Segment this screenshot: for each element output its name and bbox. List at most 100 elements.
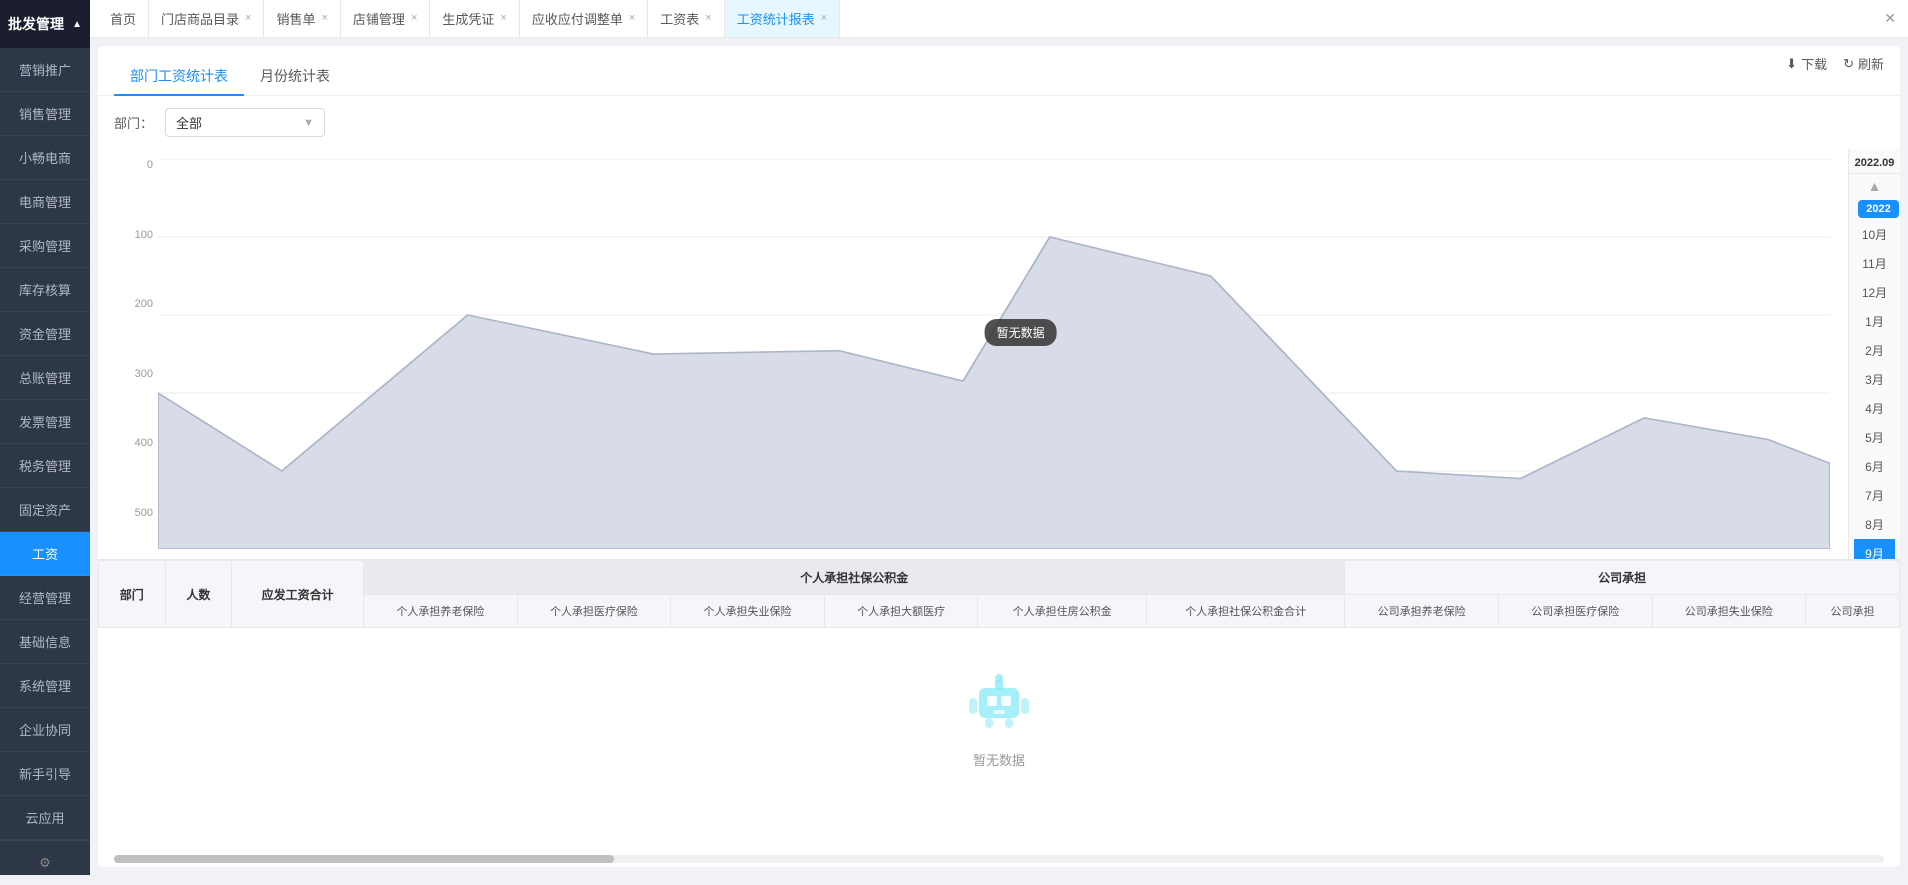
tab-销售单[interactable]: 销售单 × — [264, 0, 340, 38]
dept-filter-select[interactable]: 全部 ▼ — [165, 108, 325, 137]
settings-button[interactable]: ⚙ — [0, 840, 90, 885]
month-item-7月[interactable]: 7月 — [1854, 481, 1894, 510]
tab-label: 首页 — [110, 9, 136, 28]
sidebar: 批发管理 ▲ 营销推广销售管理小畅电商电商管理采购管理库存核算资金管理总账管理发… — [0, 0, 90, 875]
gear-icon: ⚙ — [39, 855, 51, 870]
tab-label: 门店商品目录 — [161, 9, 239, 28]
dept-filter-label: 部门： — [114, 113, 153, 132]
tab-close-icon[interactable]: × — [629, 13, 635, 24]
month-item-9月[interactable]: 9月 — [1854, 539, 1894, 559]
month-item-2月[interactable]: 2月 — [1854, 336, 1894, 365]
sidebar-item-新手引导[interactable]: 新手引导 — [0, 752, 90, 796]
download-button[interactable]: ⬇ 下载 — [1786, 54, 1827, 73]
tab-label: 工资表 — [660, 9, 699, 28]
tab-label: 店铺管理 — [353, 9, 405, 28]
sidebar-item-企业协同[interactable]: 企业协同 — [0, 708, 90, 752]
horizontal-scrollbar[interactable] — [114, 855, 1884, 863]
empty-text: 暂无数据 — [973, 750, 1025, 769]
sidebar-item-经营管理[interactable]: 经营管理 — [0, 576, 90, 620]
sidebar-item-电商管理[interactable]: 电商管理 — [0, 180, 90, 224]
month-item-5月[interactable]: 5月 — [1854, 423, 1894, 452]
tab-生成凭证[interactable]: 生成凭证 × — [430, 0, 519, 38]
sidebar-header[interactable]: 批发管理 ▲ — [0, 0, 90, 48]
sidebar-item-固定资产[interactable]: 固定资产 — [0, 488, 90, 532]
date-prev-button[interactable]: ▲ — [1864, 174, 1886, 198]
stats-table: 部门 人数 应发工资合计 个人承担社保公积金 公司承担 个人承担养老保险 个人承… — [98, 560, 1900, 628]
sidebar-item-营销推广[interactable]: 营销推广 — [0, 48, 90, 92]
tab-close-icon[interactable]: × — [821, 13, 827, 24]
filter-row: 部门： 全部 ▼ — [98, 96, 1900, 149]
col-p-pension: 个人承担养老保险 — [364, 595, 518, 628]
month-item-1月[interactable]: 1月 — [1854, 307, 1894, 336]
chart-area: 500 400 300 200 100 0 — [98, 149, 1900, 559]
col-c-unemploy: 公司承担失业保险 — [1652, 595, 1806, 628]
sidebar-item-税务管理[interactable]: 税务管理 — [0, 444, 90, 488]
sidebar-arrow-icon: ▲ — [72, 19, 82, 30]
tab-label: 生成凭证 — [442, 9, 494, 28]
close-all-tabs-button[interactable]: ✕ — [1880, 6, 1900, 31]
sidebar-item-销售管理[interactable]: 销售管理 — [0, 92, 90, 136]
col-p-housing: 个人承担住房公积金 — [978, 595, 1147, 628]
chevron-down-icon: ▼ — [303, 117, 314, 129]
tab-label: 销售单 — [276, 9, 315, 28]
col-count: 人数 — [165, 561, 232, 628]
month-item-4月[interactable]: 4月 — [1854, 394, 1894, 423]
tab-工资统计报表[interactable]: 工资统计报表 × — [725, 0, 840, 38]
download-label: 下载 — [1801, 54, 1827, 73]
col-c-pension: 公司承担养老保险 — [1345, 595, 1499, 628]
sidebar-item-发票管理[interactable]: 发票管理 — [0, 400, 90, 444]
refresh-label: 刷新 — [1858, 54, 1884, 73]
col-p-total: 个人承担社保公积金合计 — [1146, 595, 1344, 628]
col-p-bigmedical: 个人承担大额医疗 — [824, 595, 978, 628]
date-panel: 2022.09 ▲ 2022 10月11月12月1月2月3月4月5月6月7月8月9… — [1848, 149, 1900, 559]
tab-门店商品目录[interactable]: 门店商品目录 × — [149, 0, 264, 38]
tab-label: 工资统计报表 — [737, 9, 815, 28]
month-item-8月[interactable]: 8月 — [1854, 510, 1894, 539]
tab-close-icon[interactable]: × — [500, 13, 506, 24]
col-group-personal: 个人承担社保公积金 — [364, 561, 1345, 595]
month-item-11月[interactable]: 11月 — [1854, 249, 1894, 278]
month-item-12月[interactable]: 12月 — [1854, 278, 1894, 307]
tab-month-stats[interactable]: 月份统计表 — [244, 58, 346, 96]
sidebar-item-小畅电商[interactable]: 小畅电商 — [0, 136, 90, 180]
sidebar-item-基础信息[interactable]: 基础信息 — [0, 620, 90, 664]
table-wrapper: 部门 人数 应发工资合计 个人承担社保公积金 公司承担 个人承担养老保险 个人承… — [98, 559, 1900, 867]
tab-close-icon[interactable]: × — [245, 13, 251, 24]
tab-dept-stats[interactable]: 部门工资统计表 — [114, 58, 244, 96]
col-c-medical: 公司承担医疗保险 — [1498, 595, 1652, 628]
tab-应收应付调整单[interactable]: 应收应付调整单 × — [520, 0, 648, 38]
sidebar-item-工资[interactable]: 工资 — [0, 532, 90, 576]
month-item-3月[interactable]: 3月 — [1854, 365, 1894, 394]
month-item-6月[interactable]: 6月 — [1854, 452, 1894, 481]
month-item-10月[interactable]: 10月 — [1854, 220, 1894, 249]
tab-close-icon[interactable]: × — [411, 13, 417, 24]
main-area: 首页门店商品目录×销售单×店铺管理×生成凭证×应收应付调整单×工资表×工资统计报… — [90, 0, 1908, 875]
tab-close-icon[interactable]: × — [321, 13, 327, 24]
tab-首页[interactable]: 首页 — [98, 0, 149, 38]
col-dept: 部门 — [99, 561, 166, 628]
tab-工资表[interactable]: 工资表 × — [648, 0, 724, 38]
chart-y-axis: 500 400 300 200 100 0 — [118, 159, 153, 519]
empty-state: 暂无数据 — [98, 628, 1900, 799]
year-badge[interactable]: 2022 — [1858, 200, 1898, 218]
sidebar-item-总账管理[interactable]: 总账管理 — [0, 356, 90, 400]
scrollbar-thumb[interactable] — [114, 855, 614, 863]
toolbar: ⬇ 下载 ↻ 刷新 — [1770, 46, 1900, 81]
sidebar-item-云应用[interactable]: 云应用 — [0, 796, 90, 840]
content-area: 部门工资统计表 月份统计表 ⬇ 下载 ↻ 刷新 部门： 全部 ▼ — [98, 46, 1900, 867]
sidebar-item-系统管理[interactable]: 系统管理 — [0, 664, 90, 708]
col-group-company: 公司承担 — [1345, 561, 1900, 595]
sidebar-item-资金管理[interactable]: 资金管理 — [0, 312, 90, 356]
col-p-unemploy: 个人承担失业保险 — [671, 595, 825, 628]
tab-close-icon[interactable]: × — [705, 13, 711, 24]
tab-label: 应收应付调整单 — [532, 9, 623, 28]
sidebar-item-采购管理[interactable]: 采购管理 — [0, 224, 90, 268]
download-icon: ⬇ — [1786, 56, 1797, 72]
sidebar-item-库存核算[interactable]: 库存核算 — [0, 268, 90, 312]
refresh-button[interactable]: ↻ 刷新 — [1843, 54, 1884, 73]
col-p-medical: 个人承担医疗保险 — [517, 595, 671, 628]
tab-店铺管理[interactable]: 店铺管理 × — [341, 0, 430, 38]
sub-tabs: 部门工资统计表 月份统计表 — [98, 46, 362, 95]
date-panel-header: 2022.09 — [1849, 149, 1900, 174]
table-scroll[interactable]: 部门 人数 应发工资合计 个人承担社保公积金 公司承担 个人承担养老保险 个人承… — [98, 560, 1900, 851]
